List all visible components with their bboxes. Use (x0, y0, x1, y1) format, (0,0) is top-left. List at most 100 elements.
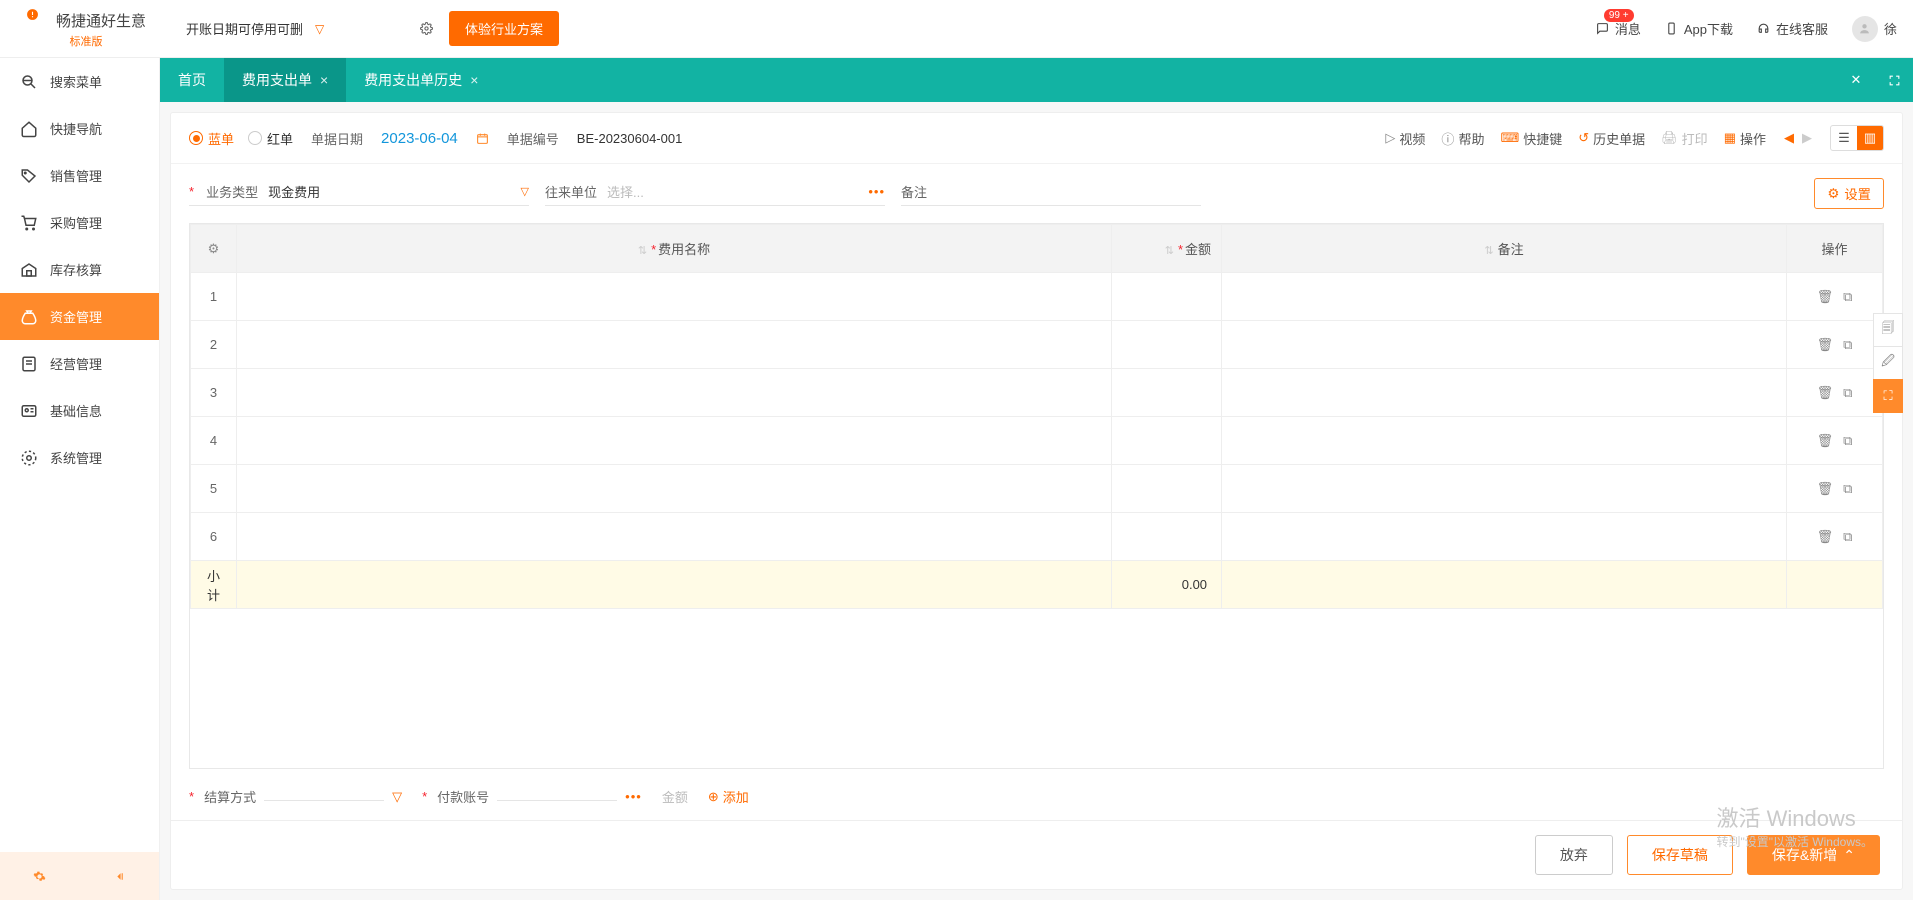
cell-remark[interactable] (1222, 465, 1787, 513)
table-row[interactable]: 2🗑⧉ (191, 321, 1883, 369)
biz-type-field[interactable]: * 业务类型 现金费用 ▽ (189, 182, 529, 206)
delete-row-icon[interactable]: 🗑 (1817, 289, 1834, 304)
cell-amount[interactable] (1112, 417, 1222, 465)
sidebar-item-funds[interactable]: 资金管理 (0, 293, 159, 340)
print-link[interactable]: 🖨打印 (1661, 129, 1708, 148)
support-link[interactable]: 在线客服 (1757, 19, 1828, 38)
cell-amount[interactable] (1112, 369, 1222, 417)
rail-attach-icon[interactable]: 🖉 (1873, 346, 1903, 380)
app-download-link[interactable]: App下载 (1665, 19, 1733, 38)
sidebar-item-quicknav[interactable]: 快捷导航 (0, 105, 159, 152)
messages-link[interactable]: 99 + 消息 (1596, 19, 1641, 38)
cell-remark[interactable] (1222, 273, 1787, 321)
tab-home[interactable]: 首页 (160, 58, 224, 102)
settings-button[interactable]: ⚙设置 (1814, 178, 1884, 209)
copy-row-icon[interactable]: ⧉ (1843, 433, 1852, 448)
col-amount[interactable]: *金额 (1112, 225, 1222, 273)
delete-row-icon[interactable]: 🗑 (1817, 385, 1834, 400)
cell-fee-name[interactable] (237, 321, 1112, 369)
copy-row-icon[interactable]: ⧉ (1843, 529, 1852, 544)
help-link[interactable]: ⓘ帮助 (1441, 129, 1484, 148)
radio-blue[interactable]: 蓝单 (189, 129, 234, 148)
shortcut-link[interactable]: ⌨快捷键 (1500, 129, 1562, 148)
save-draft-button[interactable]: 保存草稿 (1627, 835, 1733, 875)
table-row[interactable]: 6🗑⧉ (191, 513, 1883, 561)
radio-red[interactable]: 红单 (248, 129, 293, 148)
copy-row-icon[interactable]: ⧉ (1843, 289, 1852, 304)
rail-expand-icon[interactable]: ⛶ (1873, 379, 1903, 413)
user-menu[interactable]: 徐 (1852, 16, 1897, 42)
sidebar-item-sales[interactable]: 销售管理 (0, 152, 159, 199)
view-grid-icon[interactable]: ▥ (1857, 126, 1883, 150)
sidebar-item-basedata[interactable]: 基础信息 (0, 387, 159, 434)
tab-close-all-icon[interactable]: ✕ (1837, 58, 1875, 102)
party-field[interactable]: 往来单位 选择... ••• (545, 182, 885, 206)
history-link[interactable]: ↺历史单据 (1578, 129, 1645, 148)
cell-fee-name[interactable] (237, 513, 1112, 561)
delete-row-icon[interactable]: 🗑 (1817, 481, 1834, 496)
close-icon[interactable]: × (320, 72, 328, 88)
copy-row-icon[interactable]: ⧉ (1843, 481, 1852, 496)
video-link[interactable]: ▷视频 (1385, 129, 1425, 148)
cell-remark[interactable] (1222, 513, 1787, 561)
table-row[interactable]: 4🗑⧉ (191, 417, 1883, 465)
save-new-button[interactable]: 保存&新增⌃ (1747, 835, 1880, 875)
prev-doc-icon[interactable]: ◀ (1782, 128, 1796, 148)
cell-remark[interactable] (1222, 369, 1787, 417)
remark-field[interactable]: 备注 (901, 182, 1201, 206)
doc-date-label: 单据日期 (311, 129, 363, 148)
collapse-sidebar-icon[interactable] (113, 870, 126, 883)
col-fee-name[interactable]: *费用名称 (237, 225, 1112, 273)
calendar-icon[interactable] (476, 132, 489, 145)
cell-amount[interactable] (1112, 513, 1222, 561)
cell-fee-name[interactable] (237, 465, 1112, 513)
delete-row-icon[interactable]: 🗑 (1817, 529, 1834, 544)
selector-settings-icon[interactable] (420, 22, 433, 35)
add-row-link[interactable]: ⊕ 添加 (708, 787, 749, 806)
rail-drafts-icon[interactable]: 🗐 (1873, 313, 1903, 347)
delete-row-icon[interactable]: 🗑 (1817, 337, 1834, 352)
table-row[interactable]: 5🗑⧉ (191, 465, 1883, 513)
next-doc-icon[interactable]: ▶ (1800, 128, 1814, 148)
sidebar-item-system[interactable]: 系统管理 (0, 434, 159, 481)
fullscreen-icon[interactable] (1875, 58, 1913, 102)
cell-fee-name[interactable] (237, 369, 1112, 417)
cta-button[interactable]: 体验行业方案 (449, 11, 559, 46)
biz-type-value: 现金费用 (268, 182, 320, 201)
col-remark[interactable]: 备注 (1222, 225, 1787, 273)
cell-amount[interactable] (1112, 321, 1222, 369)
sidebar-item-operations[interactable]: 经营管理 (0, 340, 159, 387)
more-icon[interactable]: ••• (625, 789, 642, 804)
discard-button[interactable]: 放弃 (1535, 835, 1613, 875)
amount-field[interactable]: 金额 (662, 787, 688, 806)
more-icon[interactable]: ••• (868, 184, 885, 199)
account-period-selector[interactable]: 开账日期可停用可删 ▽ (186, 19, 416, 38)
cell-fee-name[interactable] (237, 417, 1112, 465)
operate-link[interactable]: ▦操作 (1724, 129, 1766, 148)
cell-remark[interactable] (1222, 321, 1787, 369)
table-row[interactable]: 3🗑⧉ (191, 369, 1883, 417)
copy-row-icon[interactable]: ⧉ (1843, 337, 1852, 352)
table-row[interactable]: 1🗑⧉ (191, 273, 1883, 321)
tool-label: 历史单据 (1593, 129, 1645, 148)
view-list-icon[interactable]: ☰ (1831, 126, 1857, 150)
cell-remark[interactable] (1222, 417, 1787, 465)
settle-input[interactable] (264, 792, 384, 801)
settle-field[interactable]: * 结算方式 ▽ (189, 787, 402, 806)
payacct-field[interactable]: * 付款账号 ••• (422, 787, 642, 806)
delete-row-icon[interactable]: 🗑 (1817, 433, 1834, 448)
tab-expense-history[interactable]: 费用支出单历史× (346, 58, 496, 102)
copy-row-icon[interactable]: ⧉ (1843, 385, 1852, 400)
cell-fee-name[interactable] (237, 273, 1112, 321)
payacct-input[interactable] (497, 792, 617, 801)
col-settings[interactable]: ⚙ (191, 225, 237, 273)
sidebar-item-search[interactable]: 搜索菜单 (0, 58, 159, 105)
tab-expense-sheet[interactable]: 费用支出单× (224, 58, 346, 102)
sidebar-item-inventory[interactable]: 库存核算 (0, 246, 159, 293)
doc-date-value[interactable]: 2023-06-04 (381, 130, 458, 147)
footer-gear-icon[interactable] (33, 870, 46, 883)
cell-amount[interactable] (1112, 465, 1222, 513)
close-icon[interactable]: × (470, 72, 478, 88)
sidebar-item-purchase[interactable]: 采购管理 (0, 199, 159, 246)
cell-amount[interactable] (1112, 273, 1222, 321)
